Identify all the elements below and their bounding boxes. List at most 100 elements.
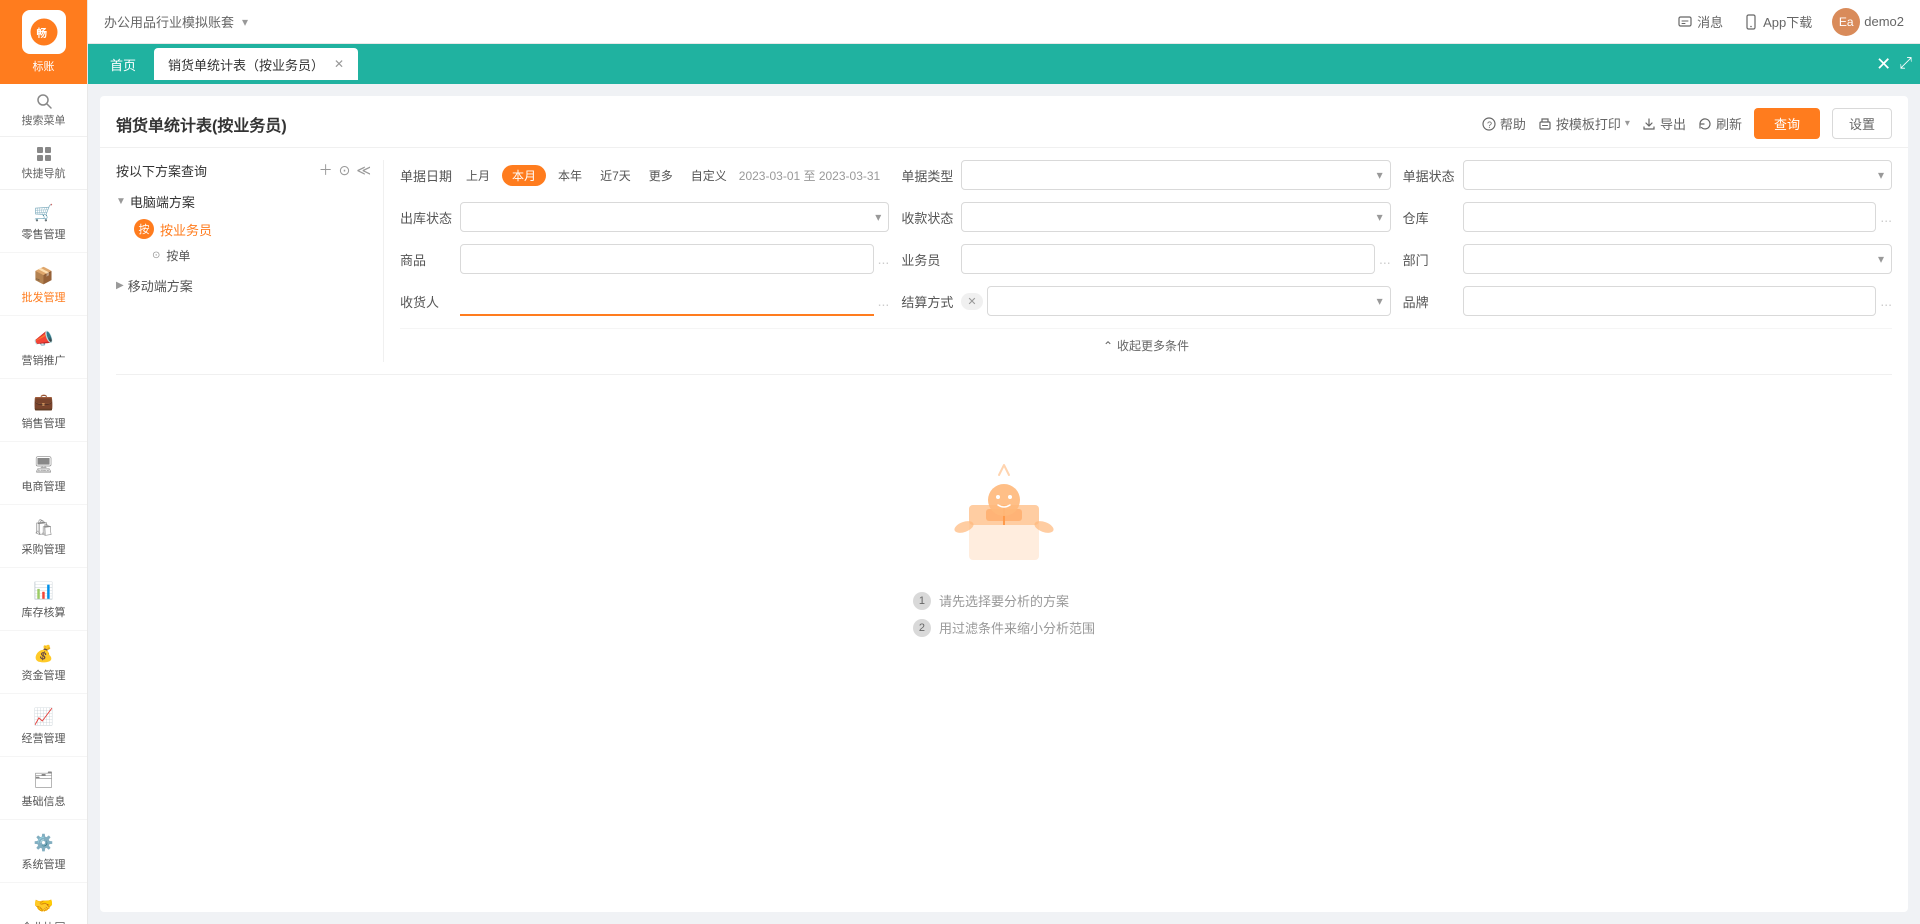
goods-ellipsis[interactable]: ... <box>878 251 890 267</box>
sidebar-item-label: 库存核算 <box>22 604 66 620</box>
payment-tag-x[interactable]: ✕ <box>967 295 976 308</box>
user-avatar-area[interactable]: Ea demo2 <box>1832 8 1904 36</box>
date-btn-this-year[interactable]: 本年 <box>552 165 588 186</box>
collapse-button[interactable]: ⌃ 收起更多条件 <box>400 328 1892 362</box>
filter-doc-type-item: 单据类型 <box>901 160 1390 190</box>
sidebar-item-label: 基础信息 <box>22 793 66 809</box>
salesman-label: 业务员 <box>901 250 953 269</box>
main-area: 办公用品行业模拟账套 ▾ 消息 App下载 Ea demo2 首页 <box>88 0 1920 924</box>
collapse-scheme-button[interactable]: ≪ <box>356 162 371 179</box>
sidebar-item-purchase[interactable]: 🛍 采购管理 <box>0 505 87 568</box>
tab-home[interactable]: 首页 <box>96 48 150 80</box>
query-button[interactable]: 查询 <box>1754 108 1820 139</box>
warehouse-input[interactable] <box>1463 202 1877 232</box>
sidebar-item-retail[interactable]: 🛒 零售管理 <box>0 190 87 253</box>
sales-icon: 💼 <box>34 392 54 412</box>
date-btn-last-month[interactable]: 上月 <box>460 165 496 186</box>
receiver-input[interactable] <box>460 286 874 316</box>
scheme-by-doc[interactable]: ⊙ 按单 <box>116 243 371 268</box>
print-arrow[interactable]: ▾ <box>1625 118 1630 129</box>
doc-type-select[interactable] <box>961 160 1390 190</box>
receipt-status-label: 收款状态 <box>901 208 953 227</box>
export-label: 导出 <box>1660 114 1686 133</box>
search-menu-label: 搜索菜单 <box>22 112 66 128</box>
sidebar-item-system[interactable]: ⚙️ 系统管理 <box>0 820 87 883</box>
sidebar-item-marketing[interactable]: 📣 营销推广 <box>0 316 87 379</box>
receiver-label: 收货人 <box>400 292 452 311</box>
payment-select[interactable] <box>987 286 1391 316</box>
receiver-ellipsis[interactable]: ... <box>878 293 890 309</box>
scheme-label: 按以下方案查询 ＋ ⊙ ≪ <box>116 160 371 180</box>
inventory-icon: 📊 <box>34 581 54 601</box>
brand-input[interactable] <box>1463 286 1877 316</box>
tab-close-button[interactable]: ✕ <box>334 57 344 71</box>
sidebar-item-label: 批发管理 <box>22 289 66 305</box>
message-icon <box>1677 14 1693 30</box>
sidebar-item-finance[interactable]: 💰 资金管理 <box>0 631 87 694</box>
payment-control: ✕ <box>961 286 1390 316</box>
out-status-select[interactable] <box>460 202 889 232</box>
sidebar-search-entry[interactable]: 搜索菜单 <box>0 84 87 137</box>
date-label: 单据日期 <box>400 166 452 185</box>
tab-maximize-button[interactable]: ⤢ <box>1899 55 1912 73</box>
empty-state: 1 请先选择要分析的方案 2 用过滤条件来缩小分析范围 <box>100 375 1908 717</box>
scheme-by-salesman-label: 按业务员 <box>160 220 212 239</box>
refresh-button[interactable]: 刷新 <box>1698 114 1742 133</box>
sidebar-item-sales[interactable]: 💼 销售管理 <box>0 379 87 442</box>
filter-row-4: 收货人 ... 结算方式 ✕ <box>400 286 1892 316</box>
receipt-status-control <box>961 202 1390 232</box>
doc-status-select[interactable] <box>1463 160 1892 190</box>
date-range-display: 2023-03-01 至 2023-03-31 <box>739 167 880 184</box>
sidebar-item-base[interactable]: 🗂 基础信息 <box>0 757 87 820</box>
goods-input[interactable] <box>460 244 874 274</box>
date-btn-this-month[interactable]: 本月 <box>502 165 546 186</box>
print-icon <box>1538 117 1552 131</box>
payment-select-wrapper <box>987 286 1391 316</box>
brand-ellipsis[interactable]: ... <box>1880 293 1892 309</box>
doc-type-label: 单据类型 <box>901 166 953 185</box>
sidebar-item-ecom[interactable]: 🖥 电商管理 <box>0 442 87 505</box>
export-button[interactable]: 导出 <box>1642 114 1686 133</box>
filter-dept-item: 部门 <box>1403 244 1892 274</box>
system-icon: ⚙️ <box>34 833 54 853</box>
tab-close-all-button[interactable]: ✕ <box>1876 54 1891 75</box>
payment-clear-tag[interactable]: ✕ <box>961 293 982 310</box>
topbar-dropdown-arrow[interactable]: ▾ <box>242 15 248 29</box>
sidebar-item-wholesale[interactable]: 📦 批发管理 <box>0 253 87 316</box>
sidebar-quicknav[interactable]: 快捷导航 <box>0 137 87 190</box>
scheme-by-salesman[interactable]: 按 按业务员 <box>116 215 371 243</box>
date-btn-more[interactable]: 更多 <box>643 165 679 186</box>
filter-fields-panel: 单据日期 上月 本月 本年 近7天 更多 自定义 2023-03-01 至 20… <box>384 160 1892 362</box>
sidebar-logo[interactable]: 畅 标账 <box>0 0 87 84</box>
date-btn-custom[interactable]: 自定义 <box>685 165 733 186</box>
sidebar-item-ops[interactable]: 📈 经营管理 <box>0 694 87 757</box>
filter-scheme-panel: 按以下方案查询 ＋ ⊙ ≪ ▼ 电脑端方案 <box>116 160 384 362</box>
refresh-label: 刷新 <box>1716 114 1742 133</box>
mobile-arrow-icon: ▶ <box>116 280 124 291</box>
sidebar-item-inventory[interactable]: 📊 库存核算 <box>0 568 87 631</box>
mobile-scheme-group-header[interactable]: ▶ 移动端方案 <box>116 272 371 299</box>
tab-sales-stat[interactable]: 销货单统计表（按业务员） ✕ <box>154 48 358 80</box>
settings-button[interactable]: 设置 <box>1832 108 1892 139</box>
ecom-icon: 🖥 <box>33 455 53 475</box>
warehouse-ellipsis[interactable]: ... <box>1880 209 1892 225</box>
help-button[interactable]: ? 帮助 <box>1482 114 1526 133</box>
pc-scheme-group-header[interactable]: ▼ 电脑端方案 <box>116 188 371 215</box>
receipt-status-select[interactable] <box>961 202 1390 232</box>
date-btn-7days[interactable]: 近7天 <box>594 165 637 186</box>
dept-select[interactable] <box>1463 244 1892 274</box>
salesman-ellipsis[interactable]: ... <box>1379 251 1391 267</box>
empty-tip-1: 1 请先选择要分析的方案 <box>913 591 1095 610</box>
empty-icon <box>944 455 1064 575</box>
base-icon: 🗂 <box>33 770 53 790</box>
salesman-input[interactable] <box>961 244 1375 274</box>
filter-warehouse-item: 仓库 ... <box>1403 202 1892 232</box>
app-download-button[interactable]: App下载 <box>1743 12 1812 31</box>
edit-scheme-button[interactable]: ⊙ <box>339 162 351 179</box>
sidebar-item-corp[interactable]: 🤝 企业协同 <box>0 883 87 924</box>
add-scheme-button[interactable]: ＋ <box>319 160 333 180</box>
app-download-label: App下载 <box>1763 12 1812 31</box>
message-button[interactable]: 消息 <box>1677 12 1723 31</box>
print-button[interactable]: 按模板打印 ▾ <box>1538 114 1630 133</box>
sidebar-nav: 🛒 零售管理 📦 批发管理 📣 营销推广 💼 销售管理 🖥 电商管理 🛍 采购管… <box>0 190 87 924</box>
